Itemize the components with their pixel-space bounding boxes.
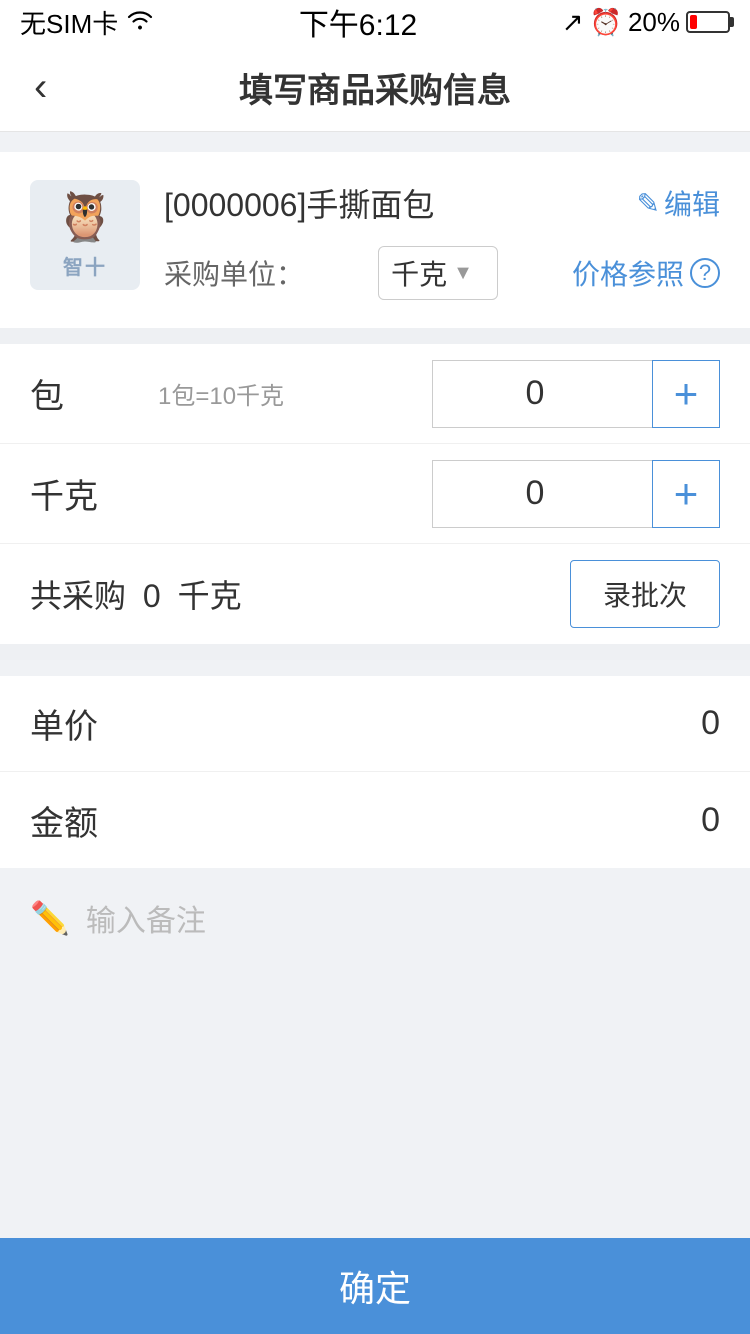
confirm-button[interactable]: 确定 — [0, 1238, 750, 1334]
amount-value: 0 — [701, 801, 720, 840]
status-time: 下午6:12 — [299, 0, 417, 44]
edit-button[interactable]: ✎ 编辑 — [637, 183, 720, 223]
price-row: 单价 0 — [0, 676, 750, 772]
kg-input-row: 千克 + — [0, 444, 750, 544]
section-divider-2 — [0, 644, 750, 660]
nav-bar: ‹ 填写商品采购信息 — [0, 44, 750, 132]
amount-row: 金额 0 — [0, 772, 750, 868]
status-right: ↗ ⏰ 20% — [562, 7, 730, 38]
edit-icon: ✎ — [637, 187, 660, 220]
battery-percent: 20% — [628, 7, 680, 38]
price-amount-section: 单价 0 金额 0 — [0, 676, 750, 868]
price-ref-help-icon: ? — [690, 258, 720, 288]
summary-text: 共采购 0 千克 — [30, 571, 242, 617]
product-info: [0000006]手撕面包 ✎ 编辑 采购单位： 千克 ▼ 价格参照 ? — [164, 180, 720, 300]
product-name: [0000006]手撕面包 — [164, 180, 434, 226]
pencil-icon: ✏️ — [30, 899, 70, 937]
bag-quantity-input[interactable] — [432, 360, 652, 428]
product-unit-row: 采购单位： 千克 ▼ 价格参照 ? — [164, 246, 720, 300]
summary-prefix: 共采购 — [30, 578, 126, 614]
kg-label: 千克 — [30, 469, 150, 518]
summary-unit: 千克 — [178, 578, 242, 614]
brand-label: 智十 — [63, 257, 107, 279]
status-bar: 无SIM卡 下午6:12 ↗ ⏰ 20% — [0, 0, 750, 44]
section-divider-1 — [0, 328, 750, 344]
price-ref-button[interactable]: 价格参照 ? — [572, 253, 720, 293]
product-card: 🦉 智十 [0000006]手撕面包 ✎ 编辑 采购单位： 千克 ▼ 价格参照 … — [0, 152, 750, 328]
input-section: 包 1包=10千克 + 千克 + 共采购 0 千克 录批次 — [0, 344, 750, 644]
price-ref-label: 价格参照 — [572, 253, 684, 293]
bag-plus-button[interactable]: + — [652, 360, 720, 428]
location-icon: ↗ — [562, 7, 584, 38]
kg-input-container: + — [432, 460, 720, 528]
price-value: 0 — [701, 704, 720, 743]
sim-text: 无SIM卡 — [20, 4, 118, 41]
product-title-row: [0000006]手撕面包 ✎ 编辑 — [164, 180, 720, 226]
status-left: 无SIM卡 — [20, 4, 154, 41]
bag-input-row: 包 1包=10千克 + — [0, 344, 750, 444]
batch-button[interactable]: 录批次 — [570, 560, 720, 628]
edit-label: 编辑 — [664, 183, 720, 223]
kg-quantity-input[interactable] — [432, 460, 652, 528]
bag-input-container: + — [432, 360, 720, 428]
unit-value: 千克 — [391, 253, 447, 293]
price-label: 单价 — [30, 699, 98, 748]
confirm-button-label: 确定 — [339, 1260, 411, 1312]
notes-placeholder: 输入备注 — [86, 896, 206, 940]
battery-indicator — [686, 11, 730, 33]
wifi-icon — [126, 7, 154, 38]
unit-prefix-label: 采购单位： — [164, 253, 304, 293]
unit-select[interactable]: 千克 ▼ — [378, 246, 498, 300]
summary-quantity: 0 — [143, 578, 161, 614]
page-title: 填写商品采购信息 — [239, 63, 511, 112]
notes-section[interactable]: ✏️ 输入备注 — [0, 868, 750, 968]
brand-owl-icon: 🦉 — [55, 188, 115, 245]
dropdown-arrow-icon: ▼ — [453, 262, 473, 285]
product-image: 🦉 智十 — [30, 180, 140, 290]
amount-label: 金额 — [30, 796, 98, 845]
bag-label: 包 — [30, 369, 150, 418]
summary-row: 共采购 0 千克 录批次 — [0, 544, 750, 644]
kg-plus-button[interactable]: + — [652, 460, 720, 528]
alarm-icon: ⏰ — [590, 7, 622, 38]
back-button[interactable]: ‹ — [24, 55, 57, 120]
bag-sub-label: 1包=10千克 — [158, 376, 284, 411]
